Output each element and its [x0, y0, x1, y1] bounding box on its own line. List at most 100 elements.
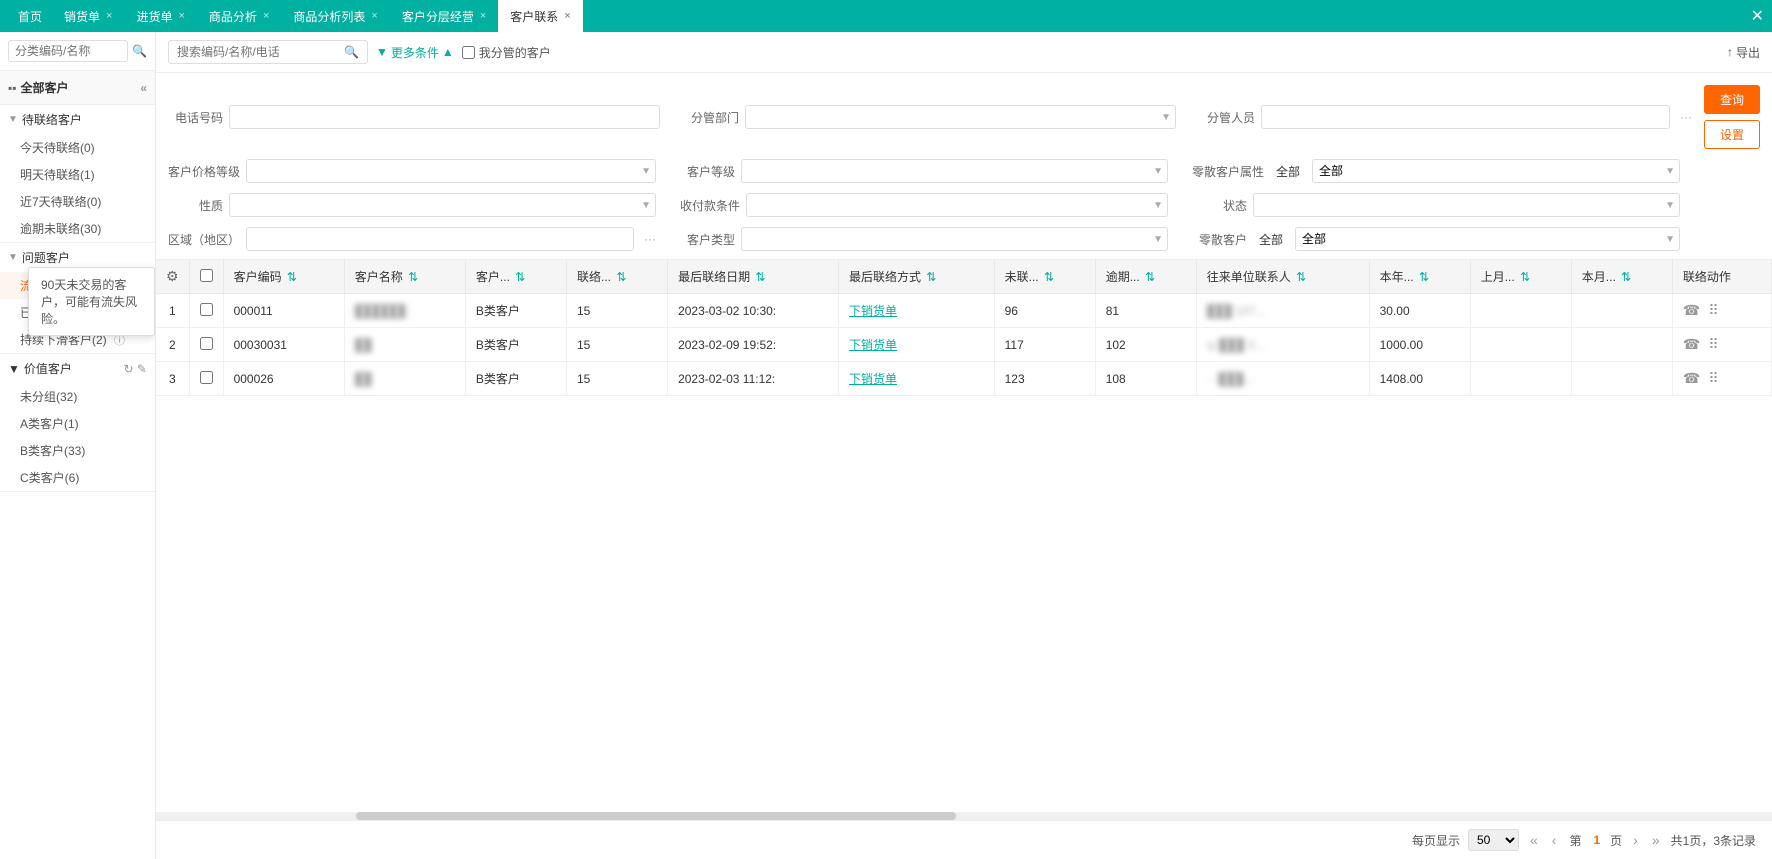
filter-row-3: 性质 ▼ 收付款条件 ▼	[168, 193, 1760, 217]
th-last-date-sort[interactable]: ⇅	[755, 270, 765, 284]
row2-name: ██	[344, 328, 465, 362]
filter-nature-select[interactable]	[229, 193, 656, 217]
th-this-month-sort[interactable]: ⇅	[1621, 270, 1631, 284]
sidebar-item-class-a[interactable]: A类客户(1)	[0, 410, 155, 437]
window-close-btn[interactable]: ✕	[1751, 6, 1764, 26]
data-table: ⚙ 客户编码 ⇅ 客户名称 ⇅	[156, 260, 1772, 396]
overdue-contact-label: 逾期未联络(30)	[20, 222, 101, 236]
search-button[interactable]: 🔍	[344, 45, 359, 59]
search-input[interactable]	[177, 45, 344, 59]
row1-more-icon[interactable]: ⠿	[1708, 302, 1718, 319]
tooltip-box: 90天未交易的客户，可能有流失风险。	[28, 267, 155, 336]
filter-status-select[interactable]	[1253, 193, 1680, 217]
sidebar-item-class-b[interactable]: B类客户(33)	[0, 437, 155, 464]
scroll-bar-thumb[interactable]	[356, 812, 956, 820]
page-prev-btn[interactable]: ‹	[1549, 832, 1560, 848]
filter-dept-select[interactable]	[745, 105, 1176, 129]
row3-actions: ☎ ⠿	[1672, 362, 1771, 396]
row2-phone-icon[interactable]: ☎	[1683, 336, 1700, 353]
filter-payment-select[interactable]	[746, 193, 1168, 217]
tab-customer-contact-close[interactable]: ×	[564, 10, 570, 22]
page-first-btn[interactable]: «	[1527, 832, 1541, 848]
filter-price-level-select[interactable]	[246, 159, 656, 183]
value-customers-title[interactable]: ▼ 价值客户 ↻ ✎	[0, 354, 155, 383]
tab-customer-contact[interactable]: 客户联系 ×	[498, 0, 582, 32]
tab-goods-list[interactable]: 商品分析列表 ×	[281, 0, 389, 32]
sidebar-item-tomorrow[interactable]: 明天待联络(1)	[0, 161, 155, 188]
filter-region-input[interactable]	[246, 227, 634, 251]
row3-contact-person: ·· ███...	[1196, 362, 1369, 396]
tab-customer-layer-close[interactable]: ×	[480, 10, 486, 22]
sidebar-item-today[interactable]: 今天待联络(0)	[0, 134, 155, 161]
sidebar-search-input[interactable]	[8, 40, 128, 62]
th-type: 客户... ⇅	[465, 260, 566, 294]
tab-goods-analysis-close[interactable]: ×	[263, 10, 269, 22]
filter-more-button[interactable]: ▼ 更多条件 ▲	[376, 44, 454, 61]
tab-purchase[interactable]: 进货单 ×	[124, 0, 196, 32]
table-settings-button[interactable]: ⚙	[166, 268, 179, 285]
page-last-btn[interactable]: »	[1649, 832, 1663, 848]
filter-region-label: 区域（地区）	[168, 231, 240, 248]
row2-more-icon[interactable]: ⠿	[1708, 336, 1718, 353]
query-button[interactable]: 查询	[1704, 85, 1760, 114]
tab-sales-close[interactable]: ×	[106, 10, 112, 22]
th-name: 客户名称 ⇅	[344, 260, 465, 294]
filter-manager-dots[interactable]: ···	[1680, 110, 1692, 124]
export-label: 导出	[1736, 44, 1760, 61]
th-code-sort[interactable]: ⇅	[287, 270, 297, 284]
today-contact-label: 今天待联络(0)	[20, 141, 95, 155]
th-last-method-sort[interactable]: ⇅	[926, 270, 936, 284]
th-last-month-sort[interactable]: ⇅	[1520, 270, 1530, 284]
row3-type: B类客户	[465, 362, 566, 396]
th-this-year-sort[interactable]: ⇅	[1419, 270, 1429, 284]
th-contact-sort[interactable]: ⇅	[616, 270, 626, 284]
tab-customer-layer[interactable]: 客户分层经营 ×	[390, 0, 498, 32]
row3-checkbox[interactable]	[200, 371, 213, 384]
sidebar-item-week[interactable]: 近7天待联络(0)	[0, 188, 155, 215]
tab-customer-layer-label: 客户分层经营	[402, 8, 474, 25]
setting-button[interactable]: 设置	[1704, 120, 1760, 149]
filter-retail-attr-select[interactable]: 全部	[1312, 159, 1680, 183]
sidebar-all-customers[interactable]: ▪▪ 全部客户 «	[0, 71, 155, 105]
th-unlinked-sort[interactable]: ⇅	[1044, 270, 1054, 284]
filter-customer-level-select[interactable]	[741, 159, 1168, 183]
tab-goods-list-close[interactable]: ×	[371, 10, 377, 22]
th-type-sort[interactable]: ⇅	[515, 270, 525, 284]
export-button[interactable]: ↑ 导出	[1727, 44, 1760, 61]
tab-purchase-close[interactable]: ×	[178, 10, 184, 22]
filter-retail-customer-select[interactable]: 全部	[1295, 227, 1680, 251]
th-actions: 联络动作	[1672, 260, 1771, 294]
table-select-all-checkbox[interactable]	[200, 269, 213, 282]
per-page-select[interactable]: 50 20 100	[1468, 829, 1519, 851]
my-customers-checkbox[interactable]	[462, 46, 475, 59]
filter-manager-input[interactable]	[1261, 105, 1670, 129]
row1-phone-icon[interactable]: ☎	[1683, 302, 1700, 319]
sidebar-item-ungroup[interactable]: 未分组(32)	[0, 383, 155, 410]
my-customers-checkbox-label[interactable]: 我分管的客户	[462, 44, 551, 61]
th-contact: 联络... ⇅	[566, 260, 667, 294]
sidebar-item-overdue[interactable]: 逾期未联络(30)	[0, 215, 155, 242]
th-name-sort[interactable]: ⇅	[408, 270, 418, 284]
row3-more-icon[interactable]: ⠿	[1708, 370, 1718, 387]
row3-phone-icon[interactable]: ☎	[1683, 370, 1700, 387]
th-contact-person-sort[interactable]: ⇅	[1296, 270, 1306, 284]
row1-name: ██████	[344, 294, 465, 328]
filter-customer-type-select[interactable]	[741, 227, 1168, 251]
th-overdue-sort[interactable]: ⇅	[1145, 270, 1155, 284]
pending-contact-title[interactable]: ▼ 待联络客户	[0, 105, 155, 134]
sidebar-collapse-icon[interactable]: «	[140, 81, 147, 95]
table-row: 3 000026 ██ B类客户	[156, 362, 1772, 396]
row2-this-year: 1000.00	[1369, 328, 1470, 362]
sidebar-item-class-c[interactable]: C类客户(6)	[0, 464, 155, 491]
tab-goods-analysis[interactable]: 商品分析 ×	[197, 0, 281, 32]
tab-sales[interactable]: 销货单 ×	[52, 0, 124, 32]
filter-phone-input[interactable]	[229, 105, 660, 129]
sidebar-search-area: 🔍	[0, 32, 155, 71]
filter-region-dots[interactable]: ···	[644, 232, 656, 246]
page-next-btn[interactable]: ›	[1630, 832, 1641, 848]
row1-checkbox[interactable]	[200, 303, 213, 316]
row2-checkbox[interactable]	[200, 337, 213, 350]
value-customers-icons[interactable]: ↻ ✎	[124, 362, 147, 376]
class-b-label: B类客户(33)	[20, 444, 85, 458]
tab-home[interactable]: 首页	[8, 0, 52, 32]
